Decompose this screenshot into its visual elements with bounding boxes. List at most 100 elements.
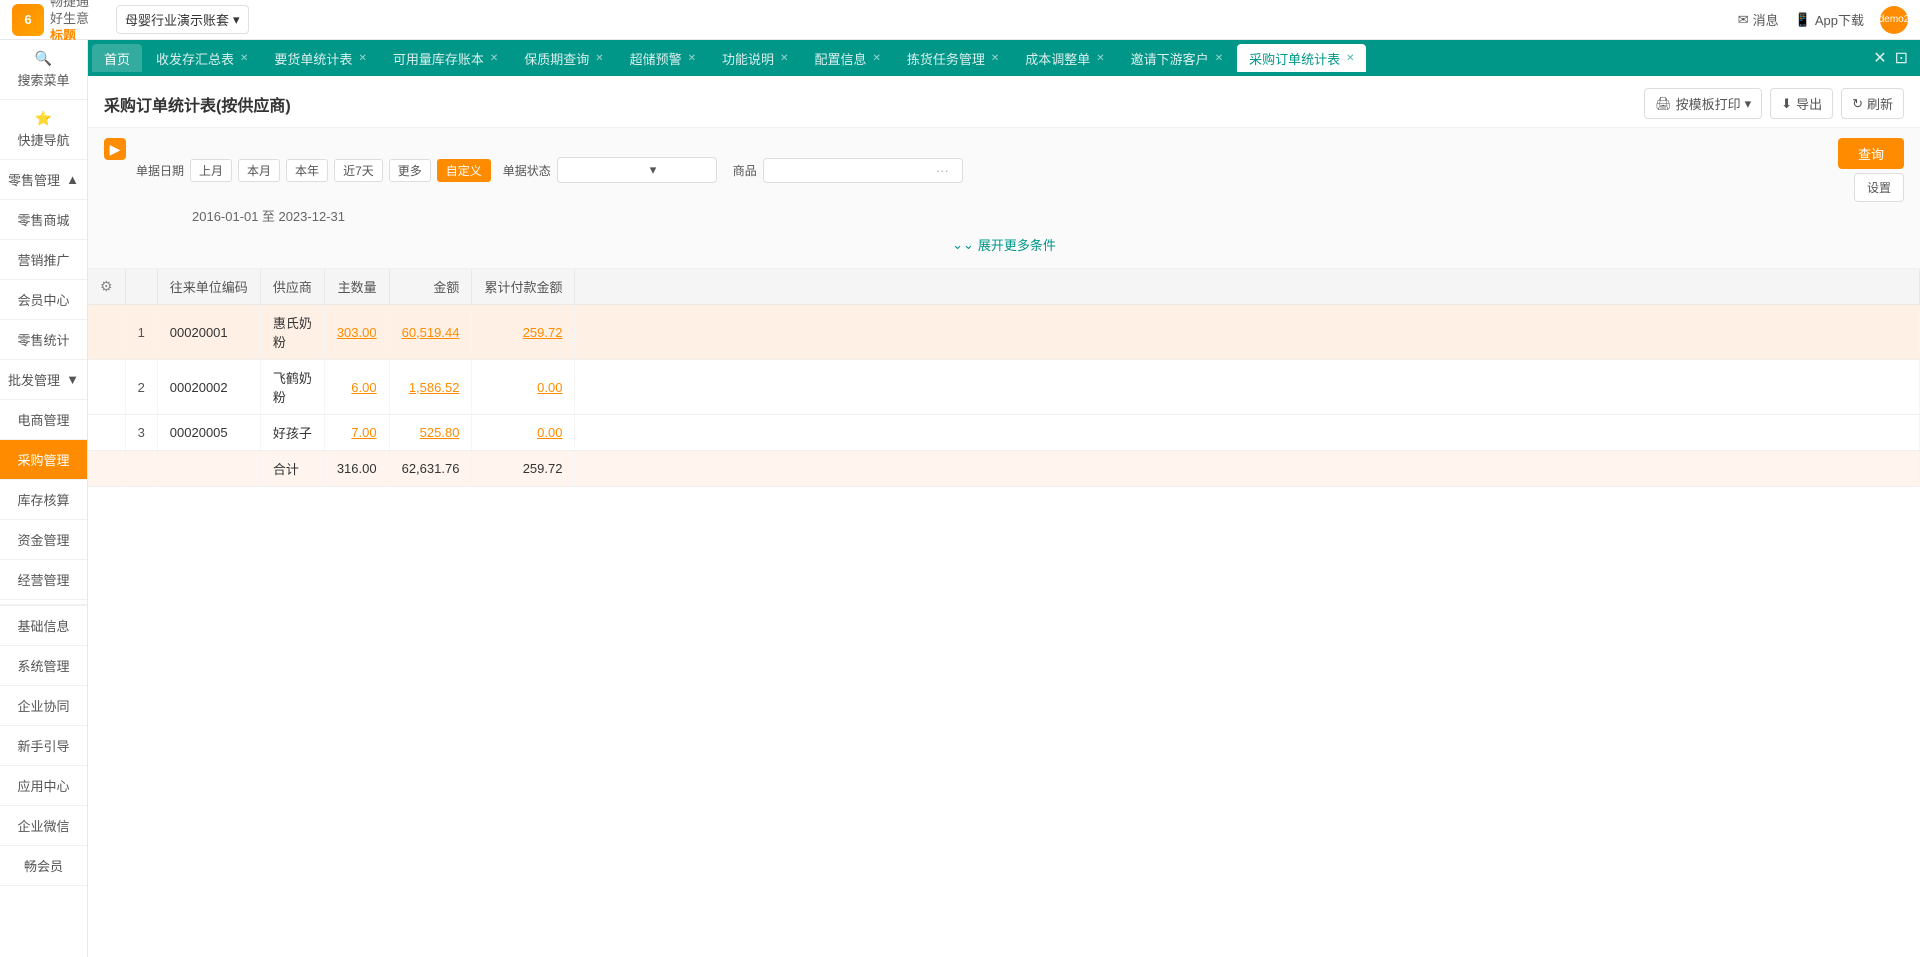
avatar[interactable]: demo2 <box>1880 6 1908 34</box>
sidebar-item-search[interactable]: 🔍 搜索菜单 <box>0 40 87 100</box>
content-area: 首页 收发存汇总表 ✕ 要货单统计表 ✕ 可用量库存账本 ✕ 保质期查询 ✕ 超… <box>88 40 1920 957</box>
sidebar-item-inventory[interactable]: 库存核算 <box>0 480 87 520</box>
filter-area: ▶ 单据日期 上月 本月 本年 近7天 更多 <box>88 128 1920 269</box>
row-index-2: 3 <box>125 415 157 451</box>
tab-close-overstock[interactable]: ✕ <box>688 53 696 64</box>
sidebar-item-marketing[interactable]: 营销推广 <box>0 240 87 280</box>
row-index-1: 2 <box>125 360 157 415</box>
sidebar-item-enterprise[interactable]: 企业协同 <box>0 686 87 726</box>
tab-close-all-icon[interactable]: ✕ <box>1873 48 1886 68</box>
tab-close-invite-downstream[interactable]: ✕ <box>1215 53 1223 64</box>
tab-close-demand-stats[interactable]: ✕ <box>358 53 366 64</box>
tab-close-collect-dispatch[interactable]: ✕ <box>240 53 248 64</box>
th-gear[interactable]: ⚙ <box>88 269 125 305</box>
tab-maximize-icon[interactable]: ⊡ <box>1895 48 1908 68</box>
th-amount: 金额 <box>389 269 472 305</box>
tab-demand-stats[interactable]: 要货单统计表 ✕ <box>262 44 378 72</box>
row-amount-0[interactable]: 60,519.44 <box>389 305 472 360</box>
chevron-down-icon: ⌄⌄ <box>952 237 974 253</box>
tab-home[interactable]: 首页 <box>92 44 142 72</box>
tab-available-stock[interactable]: 可用量库存账本 ✕ <box>381 44 510 72</box>
tab-close-function-desc[interactable]: ✕ <box>780 53 788 64</box>
th-paid-amount: 累计付款金额 <box>472 269 575 305</box>
sidebar-item-new-guide[interactable]: 新手引导 <box>0 726 87 766</box>
tab-purchase-stats[interactable]: 采购订单统计表 ✕ <box>1237 44 1366 72</box>
row-extra-0 <box>575 305 1920 360</box>
sidebar-item-enterprise-wechat[interactable]: 企业微信 <box>0 806 87 846</box>
expand-conditions-btn[interactable]: ⌄⌄ 展开更多条件 <box>952 235 1056 254</box>
tab-cost-adjust[interactable]: 成本调整单 ✕ <box>1013 44 1116 72</box>
sidebar-item-wholesale[interactable]: 批发管理 ▼ <box>0 360 87 400</box>
tab-invite-downstream[interactable]: 邀请下游客户 ✕ <box>1119 44 1235 72</box>
row-paid-amount-2[interactable]: 0.00 <box>472 415 575 451</box>
settings-button[interactable]: 设置 <box>1854 173 1904 202</box>
message-btn[interactable]: ✉ 消息 <box>1738 10 1779 29</box>
sidebar-item-retail-store[interactable]: 零售商城 <box>0 200 87 240</box>
query-button[interactable]: 查询 <box>1838 138 1904 169</box>
gear-icon: ⚙ <box>100 278 113 294</box>
tab-config-info[interactable]: 配置信息 ✕ <box>802 44 892 72</box>
tab-collect-dispatch[interactable]: 收发存汇总表 ✕ <box>144 44 260 72</box>
row-amount-2[interactable]: 525.80 <box>389 415 472 451</box>
tab-close-purchase-stats[interactable]: ✕ <box>1346 53 1354 64</box>
printer-icon: 🖨 <box>1655 96 1672 112</box>
sidebar-item-retail-manage[interactable]: 零售管理 ▲ <box>0 160 87 200</box>
sidebar-item-operations[interactable]: 经营管理 <box>0 560 87 600</box>
tab-close-cost-adjust[interactable]: ✕ <box>1096 53 1104 64</box>
status-select[interactable]: ▾ <box>557 157 717 183</box>
date-this-year-btn[interactable]: 本年 <box>286 159 328 182</box>
print-button[interactable]: 🖨 按模板打印 ▾ <box>1644 88 1762 119</box>
tab-picking-task[interactable]: 拣货任务管理 ✕ <box>895 44 1011 72</box>
date-more-btn[interactable]: 更多 <box>389 159 431 182</box>
date-custom-badge[interactable]: 自定义 <box>437 159 491 182</box>
sidebar-item-vip[interactable]: 畅会员 <box>0 846 87 886</box>
top-bar-right: ✉ 消息 📱 App下载 demo2 <box>1738 6 1908 34</box>
th-unit-code: 往来单位编码 <box>157 269 260 305</box>
date-range-text: 2016-01-01 至 2023-12-31 <box>192 206 345 225</box>
tab-close-shelf-life[interactable]: ✕ <box>595 53 603 64</box>
date-last-month-btn[interactable]: 上月 <box>190 159 232 182</box>
row-main-qty-2[interactable]: 7.00 <box>324 415 389 451</box>
sidebar-item-finance[interactable]: 资金管理 <box>0 520 87 560</box>
sidebar-item-app-center[interactable]: 应用中心 <box>0 766 87 806</box>
tab-function-desc[interactable]: 功能说明 ✕ <box>710 44 800 72</box>
sidebar-item-quick-nav[interactable]: ⭐ 快捷导航 <box>0 100 87 160</box>
row-amount-1[interactable]: 1,586.52 <box>389 360 472 415</box>
toggle-filter-btn[interactable]: ▶ <box>104 138 126 160</box>
sidebar-item-retail-stats[interactable]: 零售统计 <box>0 320 87 360</box>
page-title: 采购订单统计表(按供应商) <box>104 92 291 116</box>
row-main-qty-1[interactable]: 6.00 <box>324 360 389 415</box>
sidebar-item-base-info[interactable]: 基础信息 <box>0 604 87 646</box>
table-row: 1 00020001 惠氏奶粉 303.00 60,519.44 259.72 <box>88 305 1920 360</box>
date-7days-btn[interactable]: 近7天 <box>334 159 383 182</box>
sidebar-item-member[interactable]: 会员中心 <box>0 280 87 320</box>
row-paid-amount-0[interactable]: 259.72 <box>472 305 575 360</box>
row-gear-2 <box>88 415 125 451</box>
sidebar-item-purchase[interactable]: 采购管理 <box>0 440 87 480</box>
date-this-month-btn[interactable]: 本月 <box>238 159 280 182</box>
tab-shelf-life[interactable]: 保质期查询 ✕ <box>512 44 615 72</box>
tab-close-config-info[interactable]: ✕ <box>872 53 880 64</box>
row-index-0: 1 <box>125 305 157 360</box>
sidebar-item-sys-manage[interactable]: 系统管理 <box>0 646 87 686</box>
tab-close-available-stock[interactable]: ✕ <box>490 53 498 64</box>
tab-close-picking-task[interactable]: ✕ <box>991 53 999 64</box>
export-button[interactable]: ⬇ 导出 <box>1770 88 1833 119</box>
chevron-down-icon: ▼ <box>66 372 79 387</box>
refresh-button[interactable]: ↻ 刷新 <box>1841 88 1904 119</box>
goods-input[interactable] <box>772 163 932 177</box>
workspace-selector[interactable]: 母婴行业演示账套 ▾ <box>116 5 249 34</box>
app-download-btn[interactable]: 📱 App下载 <box>1795 10 1864 29</box>
th-index <box>125 269 157 305</box>
row-main-qty-0[interactable]: 303.00 <box>324 305 389 360</box>
th-extra <box>575 269 1920 305</box>
page-header: 采购订单统计表(按供应商) 🖨 按模板打印 ▾ ⬇ 导出 ↻ 刷新 <box>88 76 1920 128</box>
date-shortcuts: 上月 本月 本年 近7天 更多 自定义 <box>190 159 491 182</box>
sidebar-item-ecommerce[interactable]: 电商管理 <box>0 400 87 440</box>
tab-overstock[interactable]: 超储预警 ✕ <box>618 44 708 72</box>
footer-gear <box>88 451 125 487</box>
footer-index <box>125 451 157 487</box>
row-paid-amount-1[interactable]: 0.00 <box>472 360 575 415</box>
footer-label <box>157 451 260 487</box>
logo-icon: 6 <box>12 4 44 36</box>
